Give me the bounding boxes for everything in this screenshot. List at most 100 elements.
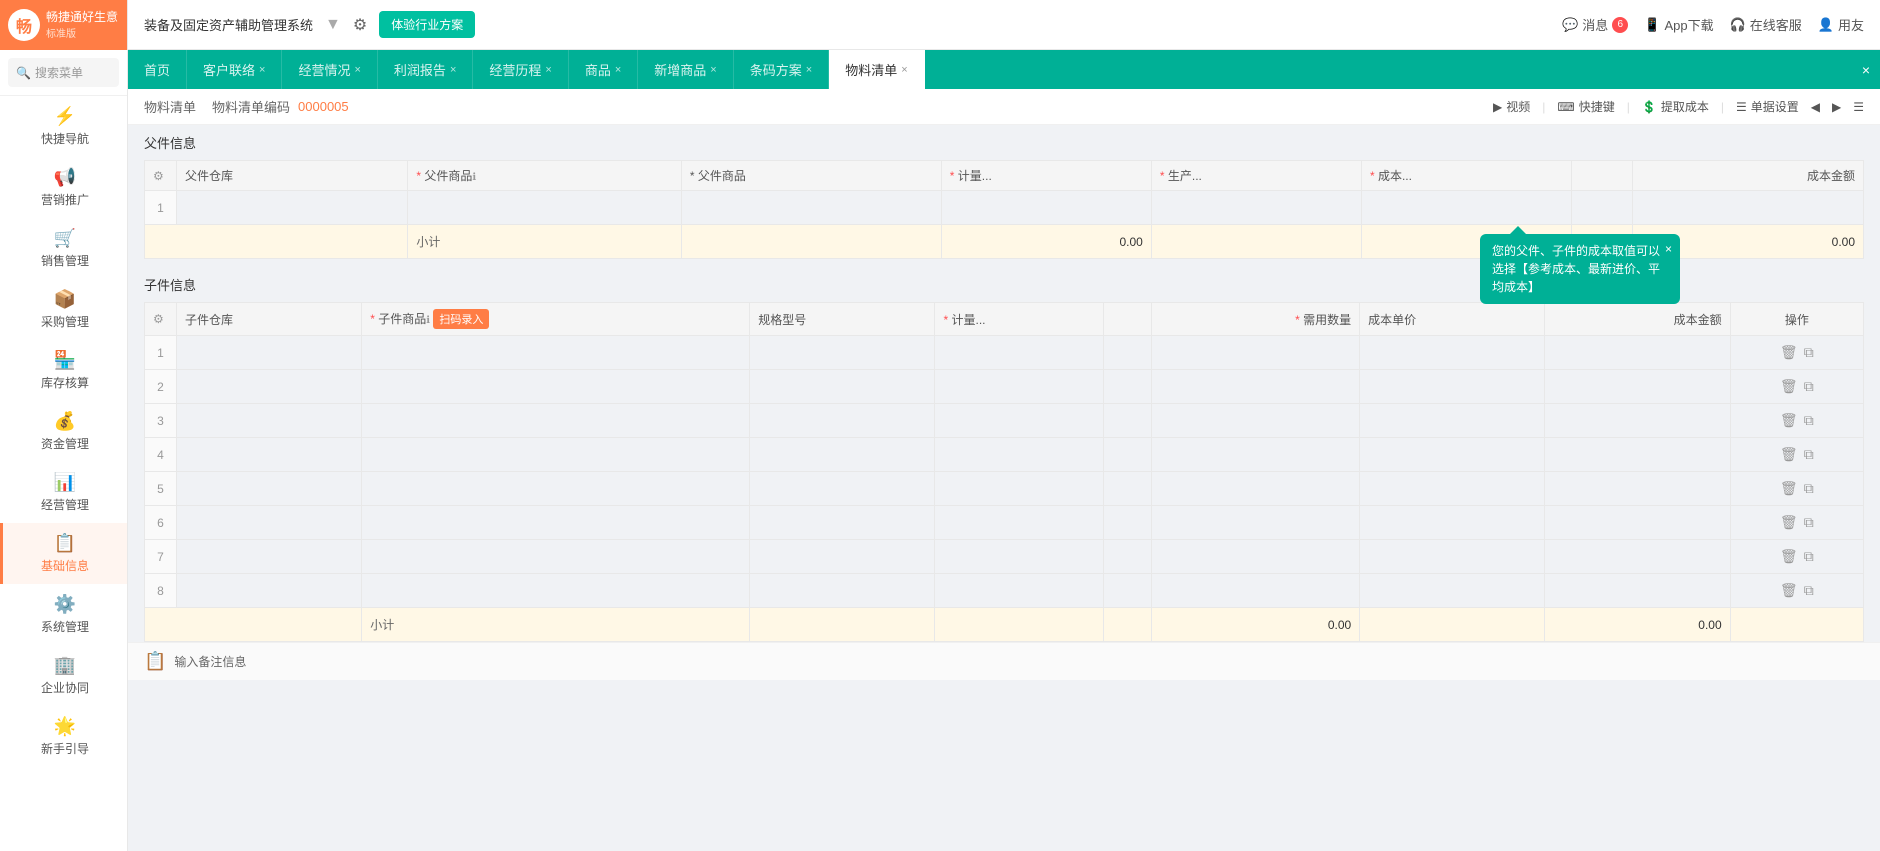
child-cell-unit-8[interactable] — [935, 574, 1103, 608]
app-download-button[interactable]: 📱 App下载 — [1644, 15, 1713, 34]
child-cell-cost-price-3[interactable] — [1360, 404, 1545, 438]
parent-cell-goods-1[interactable] — [408, 191, 682, 225]
tab-barcode-close[interactable]: × — [806, 64, 812, 76]
parent-cell-produce-1[interactable] — [1151, 191, 1361, 225]
child-cell-unit-4[interactable] — [935, 438, 1103, 472]
grid-view-button[interactable]: ☰ — [1853, 100, 1864, 114]
child-cell-unit-6[interactable] — [935, 506, 1103, 540]
copy-row-2-button[interactable]: ⧉ — [1804, 378, 1814, 395]
close-all-tabs-button[interactable]: × — [1852, 62, 1880, 78]
tab-goods-close[interactable]: × — [615, 64, 621, 76]
child-cell-warehouse-5[interactable] — [177, 472, 362, 506]
single-settings-button[interactable]: ☰ 单据设置 — [1736, 98, 1799, 115]
sidebar-item-guide[interactable]: 🌟 新手引导 — [0, 706, 127, 767]
tab-customer-close[interactable]: × — [259, 64, 265, 76]
child-cell-cost-amount-3[interactable] — [1545, 404, 1730, 438]
delete-row-8-button[interactable]: 🗑 — [1780, 582, 1798, 599]
sidebar-item-inventory[interactable]: 🏪 库存核算 — [0, 340, 127, 401]
delete-row-5-button[interactable]: 🗑 — [1780, 480, 1798, 497]
child-cell-cost-amount-4[interactable] — [1545, 438, 1730, 472]
child-cell-spec-6[interactable] — [750, 506, 935, 540]
user-button[interactable]: 👤 用友 — [1818, 15, 1864, 34]
child-cell-unit-7[interactable] — [935, 540, 1103, 574]
delete-row-6-button[interactable]: 🗑 — [1780, 514, 1798, 531]
child-cell-cost-amount-7[interactable] — [1545, 540, 1730, 574]
child-cell-warehouse-3[interactable] — [177, 404, 362, 438]
child-cell-warehouse-8[interactable] — [177, 574, 362, 608]
child-cell-need-qty-3[interactable] — [1152, 404, 1360, 438]
scan-input-button[interactable]: 扫码录入 — [433, 309, 489, 329]
child-cell-cost-amount-8[interactable] — [1545, 574, 1730, 608]
tab-new-goods-close[interactable]: × — [710, 64, 716, 76]
sidebar-item-finance[interactable]: 💰 资金管理 — [0, 401, 127, 462]
message-button[interactable]: 💬 消息 6 — [1562, 15, 1628, 34]
sidebar-item-enterprise[interactable]: 🏢 企业协同 — [0, 645, 127, 706]
child-cell-goods-3[interactable] — [362, 404, 750, 438]
tab-customer[interactable]: 客户联络 × — [187, 50, 282, 89]
copy-row-7-button[interactable]: ⧉ — [1804, 548, 1814, 565]
child-cell-spec-8[interactable] — [750, 574, 935, 608]
child-col-settings[interactable]: ⚙ — [145, 303, 177, 336]
tab-ops-history[interactable]: 经营历程 × — [473, 50, 568, 89]
copy-row-3-button[interactable]: ⧉ — [1804, 412, 1814, 429]
child-cell-goods-4[interactable] — [362, 438, 750, 472]
sidebar-item-operations[interactable]: 📊 经营管理 — [0, 462, 127, 523]
child-cell-cost-amount-1[interactable] — [1545, 336, 1730, 370]
child-cell-warehouse-2[interactable] — [177, 370, 362, 404]
online-service-button[interactable]: 🎧 在线客服 — [1730, 15, 1802, 34]
settings-icon[interactable]: ⚙ — [353, 15, 367, 35]
child-cell-goods-2[interactable] — [362, 370, 750, 404]
copy-row-6-button[interactable]: ⧉ — [1804, 514, 1814, 531]
tooltip-close-button[interactable]: × — [1665, 240, 1672, 258]
child-cell-cost-price-2[interactable] — [1360, 370, 1545, 404]
trial-btn[interactable]: 体验行业方案 — [379, 11, 475, 38]
child-cell-cost-price-4[interactable] — [1360, 438, 1545, 472]
child-cell-spec-7[interactable] — [750, 540, 935, 574]
copy-row-1-button[interactable]: ⧉ — [1804, 344, 1814, 361]
tab-bom[interactable]: 物料清单 × — [829, 50, 924, 89]
child-cell-goods-1[interactable] — [362, 336, 750, 370]
child-cell-unit-1[interactable] — [935, 336, 1103, 370]
child-cell-cost-price-6[interactable] — [1360, 506, 1545, 540]
delete-row-7-button[interactable]: 🗑 — [1780, 548, 1798, 565]
delete-row-4-button[interactable]: 🗑 — [1780, 446, 1798, 463]
tab-home[interactable]: 首页 — [128, 50, 187, 89]
child-cell-need-qty-5[interactable] — [1152, 472, 1360, 506]
breadcrumb-root[interactable]: 物料清单 — [144, 97, 196, 116]
delete-row-2-button[interactable]: 🗑 — [1780, 378, 1798, 395]
tab-ops-status-close[interactable]: × — [354, 64, 360, 76]
child-cell-warehouse-1[interactable] — [177, 336, 362, 370]
child-cell-spec-3[interactable] — [750, 404, 935, 438]
tab-operations-status[interactable]: 经营情况 × — [282, 50, 377, 89]
sidebar-item-quick-nav[interactable]: ⚡ 快捷导航 — [0, 96, 127, 157]
tab-ops-history-close[interactable]: × — [545, 64, 551, 76]
child-cell-unit-3[interactable] — [935, 404, 1103, 438]
child-cell-goods-5[interactable] — [362, 472, 750, 506]
child-cell-warehouse-4[interactable] — [177, 438, 362, 472]
child-cell-cost-price-8[interactable] — [1360, 574, 1545, 608]
delete-row-1-button[interactable]: 🗑 — [1780, 344, 1798, 361]
tab-profit-report[interactable]: 利润报告 × — [378, 50, 473, 89]
child-cell-goods-6[interactable] — [362, 506, 750, 540]
child-cell-cost-price-1[interactable] — [1360, 336, 1545, 370]
sidebar-item-system[interactable]: ⚙️ 系统管理 — [0, 584, 127, 645]
child-cell-cost-amount-5[interactable] — [1545, 472, 1730, 506]
sidebar-item-marketing[interactable]: 📢 营销推广 — [0, 157, 127, 218]
child-cell-spec-1[interactable] — [750, 336, 935, 370]
bottom-notes-text[interactable]: 输入备注信息 — [174, 653, 246, 670]
child-cell-warehouse-7[interactable] — [177, 540, 362, 574]
child-cell-unit-5[interactable] — [935, 472, 1103, 506]
nav-next-button[interactable]: ▶ — [1832, 100, 1841, 114]
parent-cell-unit-1[interactable] — [941, 191, 1151, 225]
sidebar-item-basic-info[interactable]: 📋 基础信息 — [0, 523, 127, 584]
parent-cell-cost-amount-1[interactable] — [1632, 191, 1863, 225]
parent-cell-spec-1[interactable] — [681, 191, 941, 225]
search-menu-button[interactable]: 🔍 搜索菜单 — [8, 58, 119, 87]
child-cell-unit-2[interactable] — [935, 370, 1103, 404]
child-cell-need-qty-4[interactable] — [1152, 438, 1360, 472]
delete-row-3-button[interactable]: 🗑 — [1780, 412, 1798, 429]
tab-barcode[interactable]: 条码方案 × — [734, 50, 829, 89]
child-cell-goods-8[interactable] — [362, 574, 750, 608]
copy-row-4-button[interactable]: ⧉ — [1804, 446, 1814, 463]
child-cell-spec-5[interactable] — [750, 472, 935, 506]
